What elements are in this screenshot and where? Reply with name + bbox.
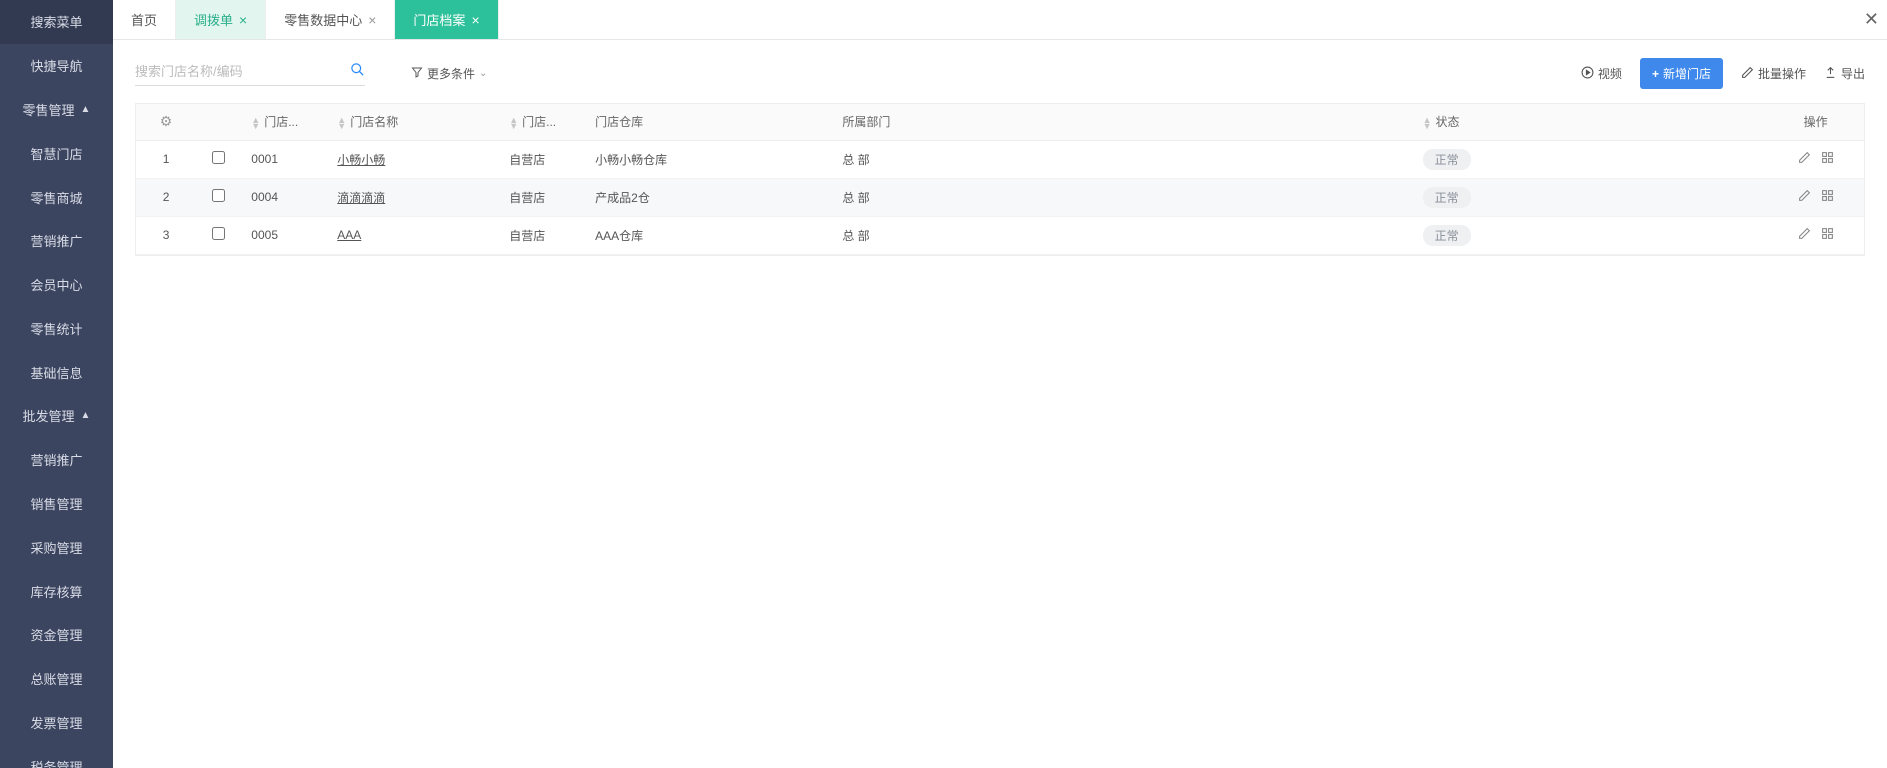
edit-icon[interactable] — [1798, 151, 1811, 167]
sidebar-group-wholesale[interactable]: 批发管理▲ — [0, 394, 113, 438]
col-warehouse: 门店仓库 — [585, 104, 832, 140]
sidebar-item-sales-mgmt[interactable]: 销售管理 — [0, 482, 113, 526]
cell-code: 0001 — [241, 140, 327, 178]
row-index: 3 — [136, 216, 196, 254]
export-icon — [1824, 66, 1837, 82]
status-badge: 正常 — [1423, 187, 1471, 208]
qr-icon[interactable] — [1821, 151, 1834, 167]
main: 首页 调拨单× 零售数据中心× 门店档案× ✕ 更多条件 — [113, 0, 1887, 768]
row-ops — [1777, 189, 1854, 205]
sidebar-item-basic-info[interactable]: 基础信息 — [0, 350, 113, 394]
sort-icon: ▲▼ — [337, 117, 346, 129]
col-store-type[interactable]: ▲▼门店... — [499, 104, 585, 140]
qr-icon[interactable] — [1821, 189, 1834, 205]
row-ops — [1777, 227, 1854, 243]
plus-icon: + — [1652, 67, 1659, 81]
close-icon[interactable]: × — [368, 12, 376, 28]
tab-transfer-order[interactable]: 调拨单× — [176, 0, 266, 39]
tab-home[interactable]: 首页 — [113, 0, 176, 39]
video-button[interactable]: 视频 — [1581, 65, 1622, 82]
col-department: 所属部门 — [832, 104, 1412, 140]
cell-warehouse: 产成品2仓 — [585, 178, 832, 216]
tab-retail-data-center[interactable]: 零售数据中心× — [266, 0, 395, 39]
sidebar-item-purchase[interactable]: 采购管理 — [0, 525, 113, 569]
sidebar-group-retail[interactable]: 零售管理▲ — [0, 88, 113, 132]
bulk-ops-button[interactable]: 批量操作 — [1741, 65, 1806, 82]
cell-code: 0005 — [241, 216, 327, 254]
col-store-name[interactable]: ▲▼门店名称 — [327, 104, 499, 140]
export-button[interactable]: 导出 — [1824, 65, 1865, 82]
sidebar-item-inventory[interactable]: 库存核算 — [0, 569, 113, 613]
store-table: ⚙ ▲▼门店... ▲▼门店名称 ▲▼门店... 门店仓库 所属部门 ▲▼状态 … — [135, 103, 1865, 256]
row-checkbox[interactable] — [212, 189, 225, 202]
store-name-link[interactable]: 滴滴滴滴 — [337, 191, 385, 205]
filter-icon — [411, 66, 423, 81]
sidebar: 搜索菜单 快捷导航 零售管理▲ 智慧门店 零售商城 营销推广 会员中心 零售统计… — [0, 0, 113, 768]
table-row: 3 0005 AAA 自营店 AAA仓库 总 部 正常 — [136, 216, 1864, 254]
col-ops: 操作 — [1767, 104, 1864, 140]
cell-department: 总 部 — [832, 216, 1412, 254]
sidebar-item-smart-store[interactable]: 智慧门店 — [0, 131, 113, 175]
qr-icon[interactable] — [1821, 227, 1834, 243]
col-settings[interactable]: ⚙ — [136, 104, 196, 140]
store-name-link[interactable]: 小畅小畅 — [337, 153, 385, 167]
row-checkbox[interactable] — [212, 151, 225, 164]
play-circle-icon — [1581, 66, 1594, 82]
gear-icon: ⚙ — [160, 113, 173, 129]
toolbar: 更多条件 ⌄ 视频 + 新增门店 — [135, 58, 1865, 89]
row-index: 2 — [136, 178, 196, 216]
row-checkbox[interactable] — [212, 227, 225, 240]
sidebar-item-quick-nav[interactable]: 快捷导航 — [0, 44, 113, 88]
caret-up-icon: ▲ — [81, 104, 91, 115]
content: 更多条件 ⌄ 视频 + 新增门店 — [113, 40, 1887, 768]
table-row: 1 0001 小畅小畅 自营店 小畅小畅仓库 总 部 正常 — [136, 140, 1864, 178]
col-checkbox — [196, 104, 241, 140]
sidebar-item-funds[interactable]: 资金管理 — [0, 613, 113, 657]
cell-code: 0004 — [241, 178, 327, 216]
cell-type: 自营店 — [499, 178, 585, 216]
close-icon[interactable]: × — [239, 12, 247, 28]
table-header-row: ⚙ ▲▼门店... ▲▼门店名称 ▲▼门店... 门店仓库 所属部门 ▲▼状态 … — [136, 104, 1864, 140]
cell-warehouse: 小畅小畅仓库 — [585, 140, 832, 178]
sidebar-item-retail-stats[interactable]: 零售统计 — [0, 306, 113, 350]
edit-icon[interactable] — [1798, 227, 1811, 243]
edit-icon — [1741, 66, 1754, 82]
search-input[interactable] — [135, 64, 350, 79]
sidebar-item-search-menu[interactable]: 搜索菜单 — [0, 0, 113, 44]
tabbar-close-button[interactable]: ✕ — [1864, 0, 1879, 39]
sidebar-item-tax[interactable]: 税务管理 — [0, 744, 113, 768]
sidebar-item-members[interactable]: 会员中心 — [0, 263, 113, 307]
tabbar: 首页 调拨单× 零售数据中心× 门店档案× ✕ — [113, 0, 1887, 40]
sidebar-item-ledger[interactable]: 总账管理 — [0, 657, 113, 701]
status-badge: 正常 — [1423, 149, 1471, 170]
add-store-button[interactable]: + 新增门店 — [1640, 58, 1723, 89]
edit-icon[interactable] — [1798, 189, 1811, 205]
sidebar-item-marketing-1[interactable]: 营销推广 — [0, 219, 113, 263]
cell-department: 总 部 — [832, 140, 1412, 178]
store-name-link[interactable]: AAA — [337, 228, 361, 242]
sidebar-item-invoice[interactable]: 发票管理 — [0, 701, 113, 745]
cell-department: 总 部 — [832, 178, 1412, 216]
table-row: 2 0004 滴滴滴滴 自营店 产成品2仓 总 部 正常 — [136, 178, 1864, 216]
cell-warehouse: AAA仓库 — [585, 216, 832, 254]
tab-store-archive[interactable]: 门店档案× — [395, 0, 498, 39]
row-index: 1 — [136, 140, 196, 178]
search-wrap — [135, 62, 365, 86]
sort-icon: ▲▼ — [509, 117, 518, 129]
search-icon[interactable] — [350, 62, 365, 81]
caret-up-icon: ▲ — [81, 410, 91, 421]
col-store-code[interactable]: ▲▼门店... — [241, 104, 327, 140]
cell-type: 自营店 — [499, 140, 585, 178]
chevron-down-icon: ⌄ — [479, 68, 487, 79]
cell-type: 自营店 — [499, 216, 585, 254]
sort-icon: ▲▼ — [251, 117, 260, 129]
col-status[interactable]: ▲▼状态 — [1413, 104, 1768, 140]
sidebar-item-retail-mall[interactable]: 零售商城 — [0, 175, 113, 219]
sort-icon: ▲▼ — [1423, 117, 1432, 129]
more-filters-button[interactable]: 更多条件 ⌄ — [411, 65, 487, 82]
status-badge: 正常 — [1423, 225, 1471, 246]
row-ops — [1777, 151, 1854, 167]
close-icon[interactable]: × — [471, 12, 479, 28]
sidebar-item-marketing-2[interactable]: 营销推广 — [0, 438, 113, 482]
